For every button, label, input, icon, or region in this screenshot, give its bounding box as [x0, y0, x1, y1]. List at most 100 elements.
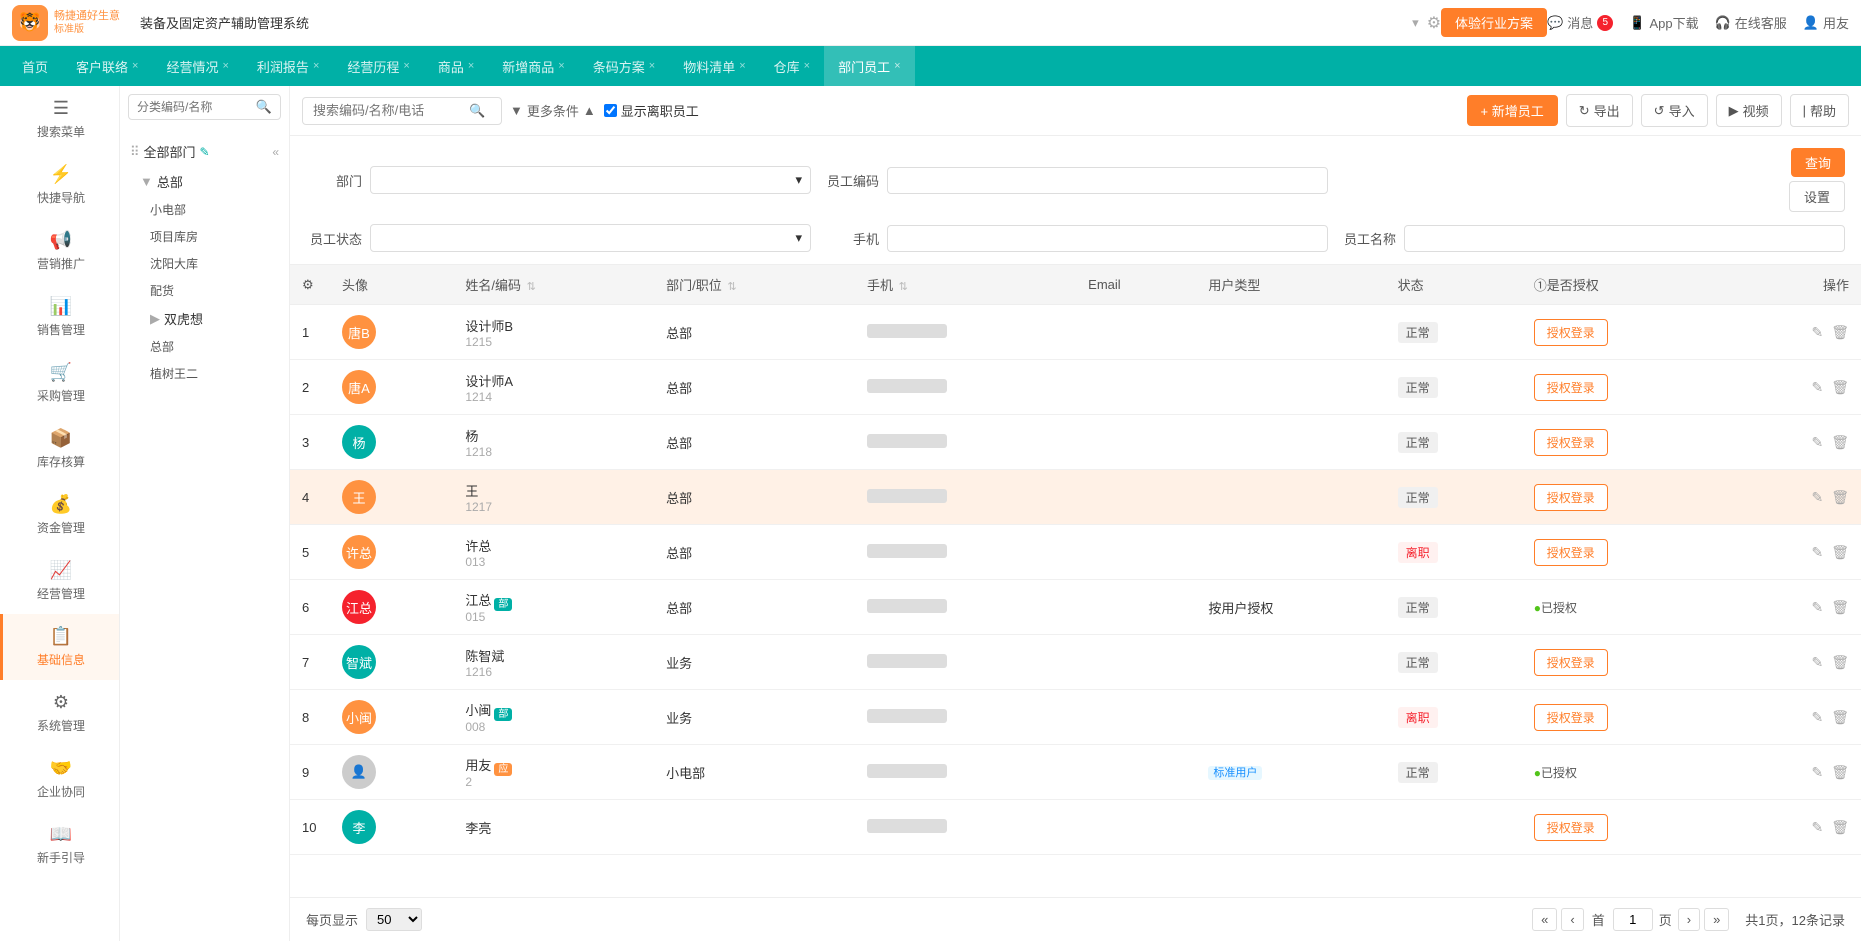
close-icon[interactable]: × [313, 60, 319, 72]
auth-login-btn[interactable]: 授权登录 [1534, 374, 1608, 401]
tab-profit[interactable]: 利润报告 × [243, 46, 333, 86]
auth-login-btn[interactable]: 授权登录 [1534, 429, 1608, 456]
close-icon[interactable]: × [649, 60, 655, 72]
tab-warehouse[interactable]: 仓库 × [760, 46, 824, 86]
edit-icon[interactable]: ✎ [1811, 654, 1823, 671]
dept-search-box[interactable]: 🔍 [128, 94, 281, 120]
tab-home[interactable]: 首页 [8, 46, 62, 86]
sidebar-item-guide[interactable]: 📖 新手引导 [0, 812, 119, 878]
delete-icon[interactable]: 🗑 [1831, 819, 1849, 836]
search-input-field[interactable] [313, 103, 463, 118]
close-icon[interactable]: × [132, 60, 138, 72]
dropdown-icon[interactable]: ▾ [1412, 15, 1419, 31]
dept-item-ph[interactable]: 配货 [130, 277, 289, 304]
export-btn[interactable]: ↻ 导出 [1566, 94, 1633, 127]
filter-status-select[interactable] [370, 224, 811, 252]
sidebar-item-purchase[interactable]: 🛒 采购管理 [0, 350, 119, 416]
filter-empcode-input[interactable] [887, 167, 1328, 194]
set-btn[interactable]: 设置 [1789, 181, 1845, 212]
prev-page-btn[interactable]: ‹ [1561, 908, 1583, 931]
tab-barcode[interactable]: 条码方案 × [579, 46, 669, 86]
help-btn[interactable]: | 帮助 [1790, 94, 1849, 127]
auth-login-btn[interactable]: 授权登录 [1534, 814, 1608, 841]
delete-icon[interactable]: 🗑 [1831, 599, 1849, 616]
close-icon[interactable]: × [222, 60, 228, 72]
sidebar-item-system[interactable]: ⚙ 系统管理 [0, 680, 119, 746]
col-phone[interactable]: 手机 ⇅ [855, 265, 1076, 305]
dept-item-sydk[interactable]: 沈阳大库 [130, 250, 289, 277]
dept-all-item[interactable]: ⠿ 全部部门 ✎ « [120, 136, 289, 167]
col-name[interactable]: 姓名/编码 ⇅ [453, 265, 654, 305]
tab-dept-staff[interactable]: 部门员工 × [824, 46, 914, 86]
edit-icon[interactable]: ✎ [1811, 819, 1823, 836]
delete-icon[interactable]: 🗑 [1831, 709, 1849, 726]
tab-customer[interactable]: 客户联络 × [62, 46, 152, 86]
delete-icon[interactable]: 🗑 [1831, 544, 1849, 561]
dept-item-xmkf[interactable]: 项目库房 [130, 223, 289, 250]
tab-operation[interactable]: 经营情况 × [152, 46, 242, 86]
online-service-action[interactable]: 🎧 在线客服 [1715, 13, 1787, 32]
dept-search-input[interactable] [137, 100, 256, 114]
import-btn[interactable]: ↺ 导入 [1641, 94, 1708, 127]
edit-icon[interactable]: ✎ [1811, 764, 1823, 781]
collapse-dept-icon[interactable]: « [272, 145, 279, 159]
edit-icon[interactable]: ✎ [1811, 324, 1823, 341]
close-icon[interactable]: × [403, 60, 409, 72]
filter-dept-select[interactable] [370, 166, 811, 194]
edit-icon[interactable]: ✎ [1811, 709, 1823, 726]
page-size-select[interactable]: 50 100 [366, 908, 422, 931]
show-resigned-label[interactable]: 显示离职员工 [604, 101, 699, 120]
dept-item-zhwang[interactable]: 植树王二 [130, 360, 289, 387]
close-icon[interactable]: × [468, 60, 474, 72]
edit-icon[interactable]: ✎ [1811, 544, 1823, 561]
show-resigned-checkbox[interactable] [604, 104, 617, 117]
delete-icon[interactable]: 🗑 [1831, 324, 1849, 341]
close-icon[interactable]: × [804, 60, 810, 72]
delete-icon[interactable]: 🗑 [1831, 489, 1849, 506]
filter-phone-input[interactable] [887, 225, 1328, 252]
message-action[interactable]: 💬 消息 5 [1547, 13, 1613, 32]
search-box[interactable]: 🔍 [302, 97, 502, 125]
try-industry-btn[interactable]: 体验行业方案 [1441, 8, 1547, 37]
col-dept[interactable]: 部门/职位 ⇅ [654, 265, 855, 305]
delete-icon[interactable]: 🗑 [1831, 434, 1849, 451]
sidebar-item-quicknav[interactable]: ⚡ 快捷导航 [0, 152, 119, 218]
close-icon[interactable]: × [894, 60, 900, 72]
sidebar-item-collab[interactable]: 🤝 企业协同 [0, 746, 119, 812]
auth-login-btn[interactable]: 授权登录 [1534, 539, 1608, 566]
delete-icon[interactable]: 🗑 [1831, 654, 1849, 671]
auth-login-btn[interactable]: 授权登录 [1534, 704, 1608, 731]
last-page-btn[interactable]: » [1704, 908, 1729, 931]
view-btn[interactable]: ▶ 视频 [1716, 94, 1782, 127]
edit-icon[interactable]: ✎ [1811, 379, 1823, 396]
close-icon[interactable]: × [558, 60, 564, 72]
auth-login-btn[interactable]: 授权登录 [1534, 649, 1608, 676]
next-page-btn[interactable]: › [1678, 908, 1700, 931]
sidebar-item-finance[interactable]: 💰 资金管理 [0, 482, 119, 548]
tab-add-goods[interactable]: 新增商品 × [488, 46, 578, 86]
col-settings[interactable]: ⚙ [290, 265, 330, 305]
tab-bom[interactable]: 物料清单 × [669, 46, 759, 86]
edit-icon[interactable]: ✎ [1811, 434, 1823, 451]
dept-item-zongbu[interactable]: 总部 [130, 333, 289, 360]
delete-icon[interactable]: 🗑 [1831, 379, 1849, 396]
sidebar-item-search[interactable]: ☰ 搜索菜单 [0, 86, 119, 152]
sidebar-item-sales[interactable]: 📊 销售管理 [0, 284, 119, 350]
edit-icon[interactable]: ✎ [1811, 599, 1823, 616]
dept-group-label-total[interactable]: ▼ 总部 [130, 167, 289, 196]
page-input[interactable] [1613, 908, 1653, 931]
dept-item-xdb[interactable]: 小电部 [130, 196, 289, 223]
dept-group-label-sx[interactable]: ▶ 双虎想 [140, 304, 289, 333]
query-btn[interactable]: 查询 [1791, 148, 1845, 177]
more-filter-btn[interactable]: ▼ 更多条件 ▲ [510, 101, 596, 120]
tab-history[interactable]: 经营历程 × [333, 46, 423, 86]
auth-login-btn[interactable]: 授权登录 [1534, 319, 1608, 346]
sidebar-item-inventory[interactable]: 📦 库存核算 [0, 416, 119, 482]
user-action[interactable]: 👤 用友 [1803, 13, 1849, 32]
sidebar-item-basic[interactable]: 📋 基础信息 [0, 614, 119, 680]
add-employee-btn[interactable]: + 新增员工 [1467, 95, 1558, 126]
close-icon[interactable]: × [739, 60, 745, 72]
sidebar-item-business[interactable]: 📈 经营管理 [0, 548, 119, 614]
auth-login-btn[interactable]: 授权登录 [1534, 484, 1608, 511]
filter-empname-input[interactable] [1404, 225, 1845, 252]
